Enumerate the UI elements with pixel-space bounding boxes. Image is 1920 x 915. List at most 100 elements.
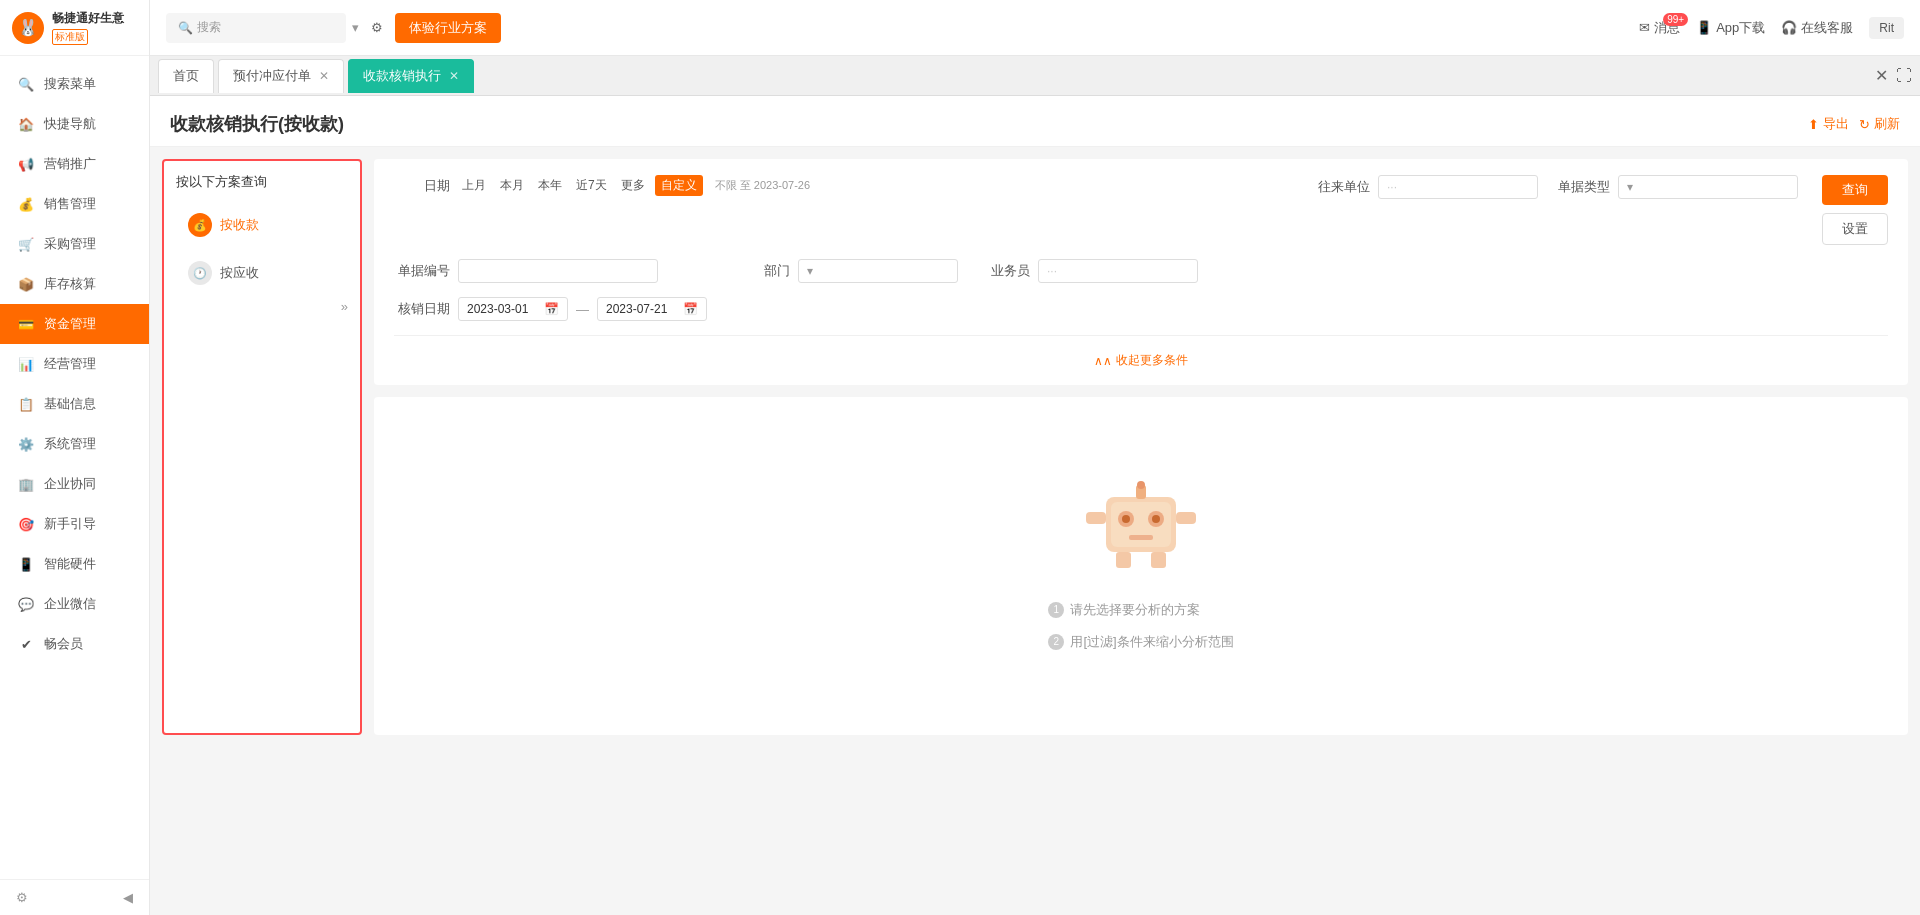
date-last-month[interactable]: 上月: [458, 175, 490, 196]
svg-point-5: [1152, 515, 1160, 523]
message-badge: 99+: [1663, 13, 1688, 26]
verify-end-value: 2023-07-21: [606, 302, 667, 316]
sidebar-item-label: 采购管理: [44, 235, 96, 253]
sidebar-item-basic-info[interactable]: 📋 基础信息: [0, 384, 149, 424]
export-button[interactable]: ⬆ 导出: [1808, 115, 1849, 133]
date-this-year[interactable]: 本年: [534, 175, 566, 196]
doc-no-field: 单据编号: [394, 259, 658, 283]
online-service-button[interactable]: 🎧 在线客服: [1781, 19, 1853, 37]
sidebar-item-purchase[interactable]: 🛒 采购管理: [0, 224, 149, 264]
collapse-more-row: ∧∧ 收起更多条件: [394, 335, 1888, 369]
doc-no-input[interactable]: [458, 259, 658, 283]
sidebar-item-enterprise[interactable]: 🏢 企业协同: [0, 464, 149, 504]
sidebar-settings-icon[interactable]: ⚙: [16, 890, 28, 905]
sidebar-item-label: 资金管理: [44, 315, 96, 333]
user-avatar[interactable]: Rit: [1869, 17, 1904, 39]
tab-prepay-close-icon[interactable]: ✕: [319, 69, 329, 83]
logo-icon: 🐰: [12, 12, 44, 44]
svg-point-4: [1122, 515, 1130, 523]
page-content: 收款核销执行(按收款) ⬆ 导出 ↻ 刷新 按以下方案查询 💰 按收款: [150, 96, 1920, 915]
message-button[interactable]: ✉ 消息 99+: [1639, 19, 1680, 37]
dept-select[interactable]: ▾: [798, 259, 958, 283]
doc-type-select[interactable]: ▾: [1618, 175, 1798, 199]
dept-field: 部门 ▾: [734, 259, 958, 283]
message-icon: ✉: [1639, 20, 1650, 35]
filter-receipt-icon: 💰: [188, 213, 212, 237]
date-label: 日期: [394, 177, 450, 195]
sidebar-item-operation[interactable]: 📊 经营管理: [0, 344, 149, 384]
refresh-button[interactable]: ↻ 刷新: [1859, 115, 1900, 133]
date-7days[interactable]: 近7天: [572, 175, 611, 196]
tabbar: 首页 预付冲应付单 ✕ 收款核销执行 ✕ ✕ ⛶: [150, 56, 1920, 96]
setting-button[interactable]: 设置: [1822, 213, 1888, 245]
sidebar-item-guide[interactable]: 🎯 新手引导: [0, 504, 149, 544]
logo-name: 畅捷通好生意: [52, 10, 124, 27]
sidebar-item-inventory[interactable]: 📦 库存核算: [0, 264, 149, 304]
tab-receipt-verify-close-icon[interactable]: ✕: [449, 69, 459, 83]
filter-panel-collapse[interactable]: »: [176, 299, 348, 314]
filter-by-receivable[interactable]: 🕐 按应收: [176, 251, 348, 295]
dropdown-arrow-icon[interactable]: ▾: [352, 20, 359, 35]
empty-tip-2: 用[过滤]条件来缩小分析范围: [1070, 629, 1233, 655]
sidebar-menu: 🔍 搜索菜单 🏠 快捷导航 📢 营销推广 💰 销售管理 🛒 采购管理 📦 库存核…: [0, 56, 149, 879]
sidebar-item-system[interactable]: ⚙️ 系统管理: [0, 424, 149, 464]
filter-panel-title: 按以下方案查询: [176, 173, 348, 191]
finance-icon: 💳: [16, 314, 36, 334]
topbar-gear-icon[interactable]: ⚙: [371, 20, 383, 35]
content-area: 按以下方案查询 💰 按收款 🕐 按应收 »: [150, 147, 1920, 747]
sidebar-item-quick-nav[interactable]: 🏠 快捷导航: [0, 104, 149, 144]
empty-tip-1: 请先选择要分析的方案: [1070, 597, 1200, 623]
sidebar-footer: ⚙ ◀: [0, 879, 149, 915]
svg-rect-9: [1086, 512, 1106, 524]
tab-home[interactable]: 首页: [158, 59, 214, 93]
sidebar-item-hardware[interactable]: 📱 智能硬件: [0, 544, 149, 584]
sidebar-item-finance[interactable]: 💳 资金管理: [0, 304, 149, 344]
results-area: 1 请先选择要分析的方案 2 用[过滤]条件来缩小分析范围: [374, 397, 1908, 735]
verify-start-value: 2023-03-01: [467, 302, 528, 316]
svg-rect-1: [1111, 502, 1171, 547]
tab-receipt-verify[interactable]: 收款核销执行 ✕: [348, 59, 474, 93]
quick-nav-icon: 🏠: [16, 114, 36, 134]
sidebar-item-search-menu[interactable]: 🔍 搜索菜单: [0, 64, 149, 104]
search-placeholder: 搜索: [197, 19, 221, 36]
sidebar-item-label: 经营管理: [44, 355, 96, 373]
tab-close-button[interactable]: ✕: [1875, 66, 1888, 85]
hardware-icon: 📱: [16, 554, 36, 574]
verify-date-start-input[interactable]: 2023-03-01 📅: [458, 297, 568, 321]
operation-icon: 📊: [16, 354, 36, 374]
logo-text: 畅捷通好生意 标准版: [52, 10, 124, 45]
query-buttons: 查询 设置: [1822, 175, 1888, 245]
verify-date-field: 核销日期 2023-03-01 📅 — 2023-07-21 📅: [394, 297, 707, 321]
date-custom[interactable]: 自定义: [655, 175, 703, 196]
tab-receipt-verify-label: 收款核销执行: [363, 67, 441, 85]
query-button[interactable]: 查询: [1822, 175, 1888, 205]
app-download-button[interactable]: 📱 App下载: [1696, 19, 1765, 37]
inventory-icon: 📦: [16, 274, 36, 294]
verify-date-end-input[interactable]: 2023-07-21 📅: [597, 297, 707, 321]
empty-icon: [1081, 477, 1201, 577]
tab-expand-button[interactable]: ⛶: [1896, 67, 1912, 85]
calendar-end-icon[interactable]: 📅: [683, 302, 698, 316]
sidebar-item-sales[interactable]: 💰 销售管理: [0, 184, 149, 224]
query-row-2: 单据编号 部门 ▾ 业务员 ···: [394, 259, 1888, 283]
date-this-month[interactable]: 本月: [496, 175, 528, 196]
user-name: Rit: [1879, 21, 1894, 35]
tab-prepay[interactable]: 预付冲应付单 ✕: [218, 59, 344, 93]
solution-button[interactable]: 体验行业方案: [395, 13, 501, 43]
collapse-icon: »: [341, 299, 348, 314]
staff-select[interactable]: ···: [1038, 259, 1198, 283]
date-shortcuts: 上月 本月 本年 近7天 更多 自定义: [458, 175, 703, 196]
topbar-left: 🔍 搜索 ▾ ⚙ 体验行业方案: [166, 13, 1639, 43]
filter-by-receipt[interactable]: 💰 按收款: [176, 203, 348, 247]
date-more[interactable]: 更多: [617, 175, 649, 196]
main-area: 🔍 搜索 ▾ ⚙ 体验行业方案 ✉ 消息 99+ 📱 App下载 🎧 在线客服 …: [150, 0, 1920, 915]
calendar-start-icon[interactable]: 📅: [544, 302, 559, 316]
sidebar-item-wechat[interactable]: 💬 企业微信: [0, 584, 149, 624]
sidebar-item-marketing[interactable]: 📢 营销推广: [0, 144, 149, 184]
sidebar-item-member[interactable]: ✔ 畅会员: [0, 624, 149, 664]
collapse-more-button[interactable]: ∧∧ 收起更多条件: [1094, 352, 1188, 369]
search-box[interactable]: 🔍 搜索: [166, 13, 346, 43]
counterpart-select[interactable]: ···: [1378, 175, 1538, 199]
sidebar-collapse-icon[interactable]: ◀: [123, 890, 133, 905]
basic-info-icon: 📋: [16, 394, 36, 414]
